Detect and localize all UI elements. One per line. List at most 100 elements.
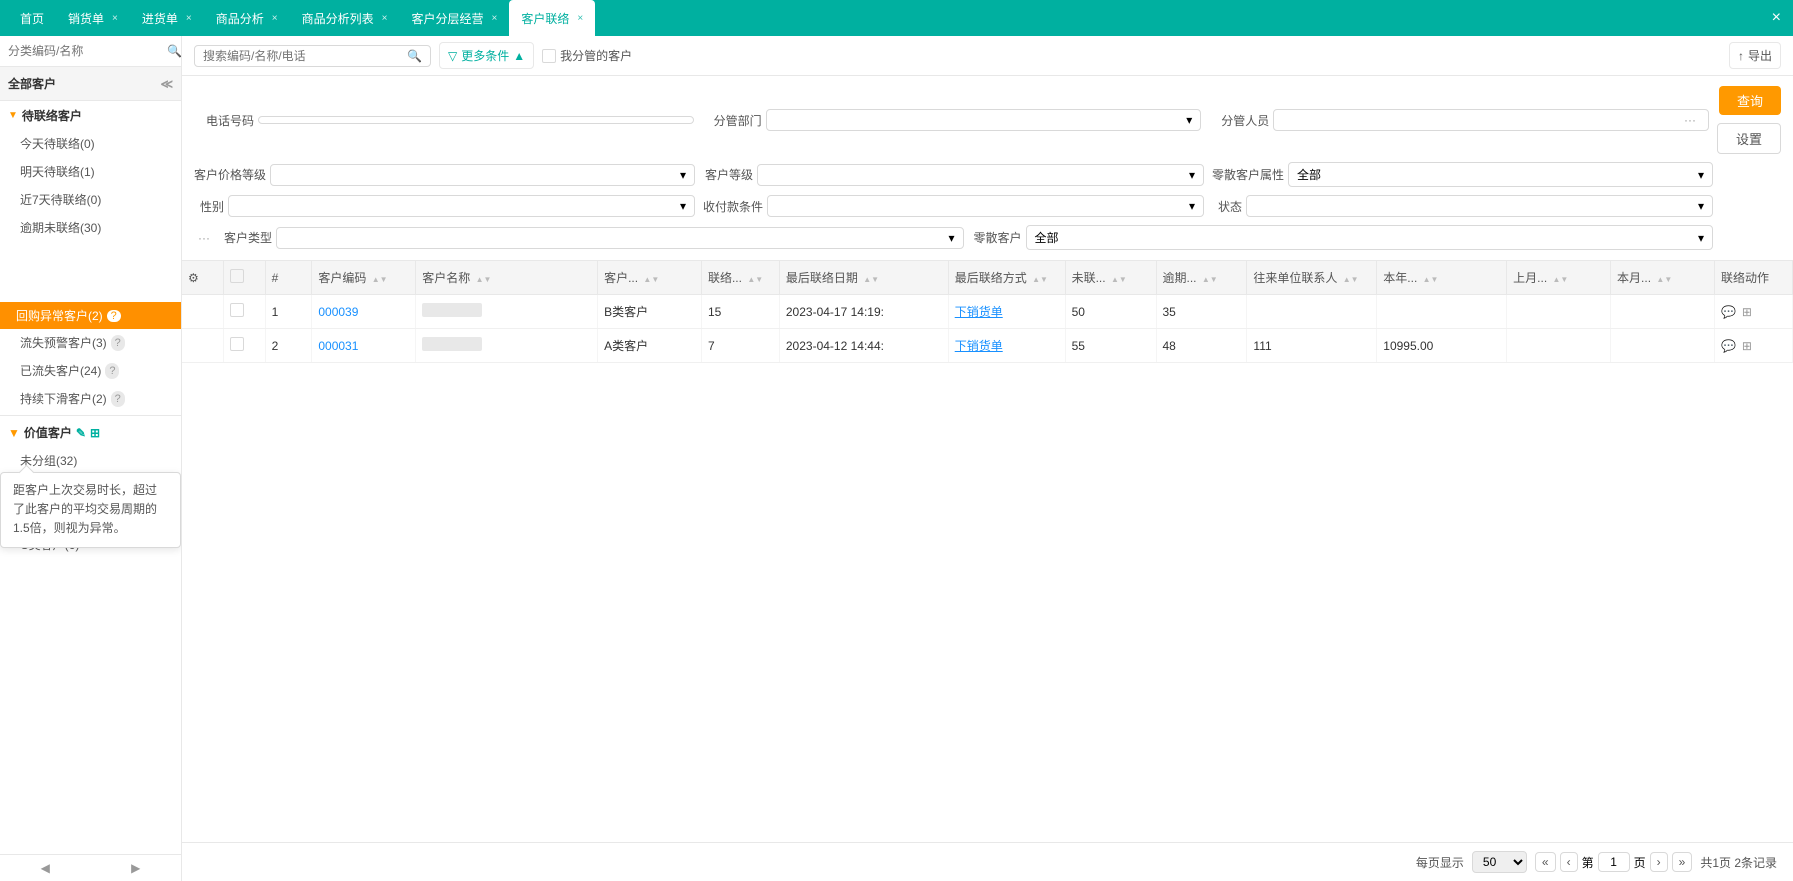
page-size-select[interactable]: 50 20 100 bbox=[1472, 851, 1527, 873]
row-checkbox-0[interactable] bbox=[230, 303, 244, 317]
contact-sort-icon[interactable]: ▲▼ bbox=[747, 275, 763, 284]
select-all-checkbox[interactable] bbox=[230, 269, 244, 283]
nav-tab-analysis[interactable]: 商品分析 × bbox=[204, 0, 290, 36]
my-customer-checkbox[interactable] bbox=[542, 49, 556, 63]
main-search-icon[interactable]: 🔍 bbox=[407, 49, 422, 63]
row-action-1[interactable]: 💬 ⊞ bbox=[1714, 329, 1792, 363]
filter-status-select[interactable]: ▾ bbox=[1246, 195, 1713, 217]
row-settings-0[interactable] bbox=[182, 295, 224, 329]
col-check-header[interactable] bbox=[224, 261, 266, 295]
col-last-method-header[interactable]: 最后联络方式 ▲▼ bbox=[948, 261, 1065, 295]
main-search-input[interactable] bbox=[203, 49, 403, 63]
action-chat-icon-1[interactable]: 💬 bbox=[1721, 339, 1736, 353]
nav-tab-customer-contact[interactable]: 客户联络 × bbox=[509, 0, 595, 36]
sidebar-left-arrow[interactable]: ◀ bbox=[41, 861, 50, 875]
close-segment-tab[interactable]: × bbox=[491, 13, 497, 24]
partner-sort-icon[interactable]: ▲▼ bbox=[1343, 275, 1359, 284]
sidebar-group-pending[interactable]: ▼ 待联络客户 bbox=[0, 101, 181, 130]
nav-tab-home[interactable]: 首页 bbox=[8, 0, 56, 36]
settings-icon[interactable]: ⚙ bbox=[188, 271, 199, 285]
close-purchase-tab[interactable]: × bbox=[186, 13, 192, 24]
row-checkbox-1[interactable] bbox=[230, 337, 244, 351]
row-last-method-1[interactable]: 下销货单 bbox=[948, 329, 1065, 363]
close-window-button[interactable]: × bbox=[1772, 9, 1781, 27]
last-date-sort-icon[interactable]: ▲▼ bbox=[863, 275, 879, 284]
next-page-button[interactable]: › bbox=[1650, 852, 1668, 872]
sidebar-search-icon[interactable]: 🔍 bbox=[167, 44, 182, 58]
code-sort-icon[interactable]: ▲▼ bbox=[372, 275, 388, 284]
query-button[interactable]: 查询 bbox=[1719, 86, 1781, 115]
name-sort-icon[interactable]: ▲▼ bbox=[476, 275, 492, 284]
filter-dept-select[interactable]: ▾ bbox=[766, 109, 1202, 131]
filter-customer-level-select[interactable]: ▾ bbox=[757, 164, 1204, 186]
row-last-method-0[interactable]: 下销货单 bbox=[948, 295, 1065, 329]
close-analysis-list-tab[interactable]: × bbox=[382, 13, 388, 24]
row-code-1[interactable]: 000031 bbox=[312, 329, 416, 363]
sidebar-item-churned[interactable]: 已流失客户(24) ? bbox=[0, 357, 181, 385]
page-number-input[interactable] bbox=[1598, 852, 1630, 872]
sidebar-item-tomorrow[interactable]: 明天待联络(1) bbox=[0, 158, 181, 186]
row-check-1[interactable] bbox=[224, 329, 266, 363]
value-customer-edit-icon[interactable]: ✎ bbox=[76, 426, 86, 440]
unreached-sort-icon[interactable]: ▲▼ bbox=[1111, 275, 1127, 284]
last-method-sort-icon[interactable]: ▲▼ bbox=[1032, 275, 1048, 284]
my-customer-checkbox-wrap[interactable]: 我分管的客户 bbox=[542, 47, 632, 64]
close-analysis-tab[interactable]: × bbox=[272, 13, 278, 24]
col-year-amount-header[interactable]: 本年... ▲▼ bbox=[1377, 261, 1507, 295]
filter-retail-attr-select[interactable]: 全部 ▾ bbox=[1288, 162, 1713, 187]
col-overdue-header[interactable]: 逾期... ▲▼ bbox=[1156, 261, 1247, 295]
action-chat-icon-0[interactable]: 💬 bbox=[1721, 305, 1736, 319]
sidebar-item-overdue[interactable]: 逾期未联络(30) bbox=[0, 214, 181, 242]
filter-payment-select[interactable]: ▾ bbox=[767, 195, 1204, 217]
filter-retail-customer-select[interactable]: 全部 ▾ bbox=[1026, 225, 1714, 250]
nav-tab-analysis-list[interactable]: 商品分析列表 × bbox=[290, 0, 400, 36]
col-type-header[interactable]: 客户... ▲▼ bbox=[598, 261, 702, 295]
close-sales-tab[interactable]: × bbox=[112, 13, 118, 24]
export-button[interactable]: ↑ 导出 bbox=[1729, 42, 1781, 69]
col-name-header[interactable]: 客户名称 ▲▼ bbox=[416, 261, 598, 295]
last-page-button[interactable]: » bbox=[1672, 852, 1693, 872]
col-settings-header[interactable]: ⚙ bbox=[182, 261, 224, 295]
setting-button[interactable]: 设置 bbox=[1717, 123, 1781, 154]
sidebar-item-repurchase-abnormal[interactable]: 回购异常客户(2) ? bbox=[0, 302, 181, 329]
filter-customer-type-select[interactable]: ▾ bbox=[276, 227, 964, 249]
first-page-button[interactable]: « bbox=[1535, 852, 1556, 872]
nav-tab-sales[interactable]: 销货单 × bbox=[56, 0, 130, 36]
manager-more-icon[interactable]: ··· bbox=[1680, 113, 1700, 127]
sidebar-item-declining[interactable]: 持续下滑客户(2) ? bbox=[0, 385, 181, 413]
sidebar-item-7days[interactable]: 近7天待联络(0) bbox=[0, 186, 181, 214]
action-grid-icon-1[interactable]: ⊞ bbox=[1742, 339, 1752, 353]
prev-page-button[interactable]: ‹ bbox=[1560, 852, 1578, 872]
sidebar-search-input[interactable] bbox=[8, 44, 163, 58]
filter-manager-select[interactable]: ··· bbox=[1273, 109, 1709, 131]
more-filter-dots[interactable]: ··· bbox=[194, 231, 214, 245]
close-contact-tab[interactable]: × bbox=[577, 13, 583, 24]
col-contact-header[interactable]: 联络... ▲▼ bbox=[701, 261, 779, 295]
filter-price-level-select[interactable]: ▾ bbox=[270, 164, 695, 186]
overdue-sort-icon[interactable]: ▲▼ bbox=[1202, 275, 1218, 284]
sidebar-all-customers-header[interactable]: 全部客户 ≪ bbox=[0, 67, 181, 101]
value-customer-setting-icon[interactable]: ⊞ bbox=[90, 426, 100, 440]
year-amount-sort-icon[interactable]: ▲▼ bbox=[1423, 275, 1439, 284]
col-unreached-header[interactable]: 未联... ▲▼ bbox=[1065, 261, 1156, 295]
last-month-sort-icon[interactable]: ▲▼ bbox=[1553, 275, 1569, 284]
filter-phone-input[interactable] bbox=[258, 116, 694, 124]
sidebar-item-today[interactable]: 今天待联络(0) bbox=[0, 130, 181, 158]
more-filter-button[interactable]: ▽ 更多条件 ▲ bbox=[439, 42, 534, 69]
row-settings-1[interactable] bbox=[182, 329, 224, 363]
sidebar-item-churn-warning[interactable]: 流失预警客户(3) ? bbox=[0, 329, 181, 357]
col-last-month-header[interactable]: 上月... ▲▼ bbox=[1507, 261, 1611, 295]
nav-tab-customer-segment[interactable]: 客户分层经营 × bbox=[399, 0, 509, 36]
sidebar-right-arrow[interactable]: ▶ bbox=[131, 861, 140, 875]
type-sort-icon[interactable]: ▲▼ bbox=[643, 275, 659, 284]
this-month-sort-icon[interactable]: ▲▼ bbox=[1656, 275, 1672, 284]
filter-gender-select[interactable]: ▾ bbox=[228, 195, 695, 217]
row-action-0[interactable]: 💬 ⊞ bbox=[1714, 295, 1792, 329]
sidebar-collapse-icon[interactable]: ≪ bbox=[160, 77, 173, 91]
row-code-0[interactable]: 000039 bbox=[312, 295, 416, 329]
row-check-0[interactable] bbox=[224, 295, 266, 329]
action-grid-icon-0[interactable]: ⊞ bbox=[1742, 305, 1752, 319]
col-last-date-header[interactable]: 最后联络日期 ▲▼ bbox=[779, 261, 948, 295]
nav-tab-purchase[interactable]: 进货单 × bbox=[130, 0, 204, 36]
col-code-header[interactable]: 客户编码 ▲▼ bbox=[312, 261, 416, 295]
